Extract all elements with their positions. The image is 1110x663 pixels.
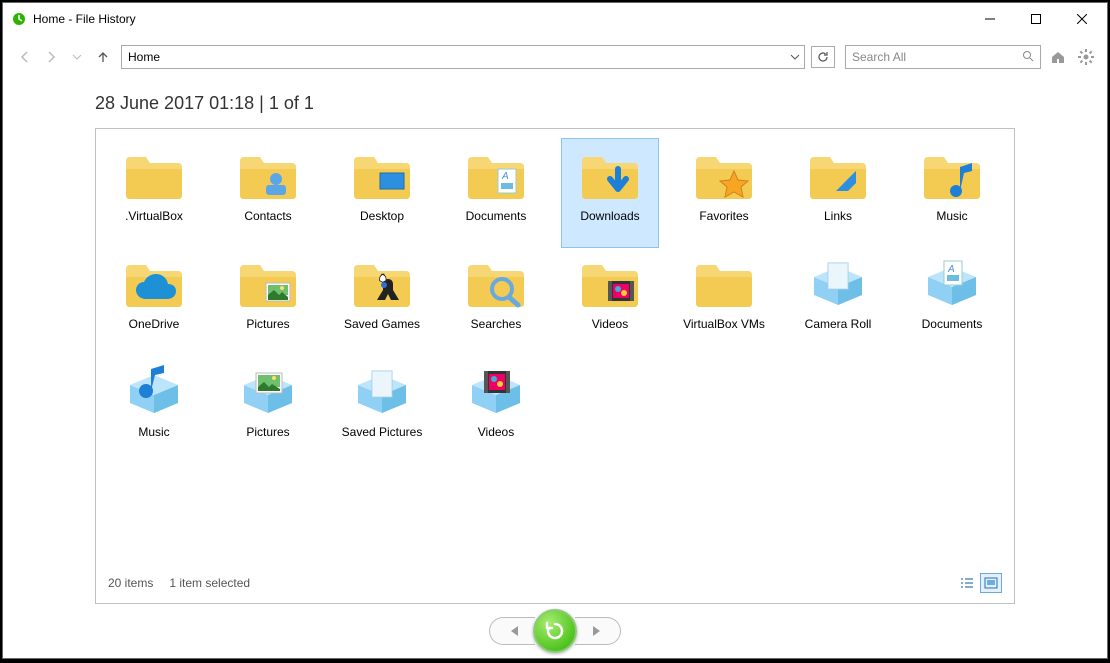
item-icon (350, 255, 414, 311)
home-icon[interactable] (1047, 46, 1069, 68)
item-label: .VirtualBox (125, 209, 183, 223)
file-item[interactable]: Searches (448, 247, 544, 355)
gear-icon[interactable] (1075, 46, 1097, 68)
file-item[interactable]: Music (904, 139, 1000, 247)
item-icon (806, 255, 870, 311)
file-item[interactable]: VirtualBox VMs (676, 247, 772, 355)
item-icon (236, 147, 300, 203)
item-label: Downloads (580, 209, 639, 223)
item-label: Searches (471, 317, 522, 331)
file-item[interactable]: Links (790, 139, 886, 247)
toolbar: Home Search All (3, 39, 1107, 75)
svg-text:A: A (501, 171, 509, 182)
search-input[interactable]: Search All (845, 45, 1041, 69)
item-label: Favorites (699, 209, 748, 223)
item-label: Desktop (360, 209, 404, 223)
file-item[interactable]: Camera Roll (790, 247, 886, 355)
close-button[interactable] (1059, 4, 1105, 34)
item-icon (578, 147, 642, 203)
file-pane: .VirtualBox Contacts Desktop A Documents Down… (95, 128, 1015, 604)
search-icon (1022, 50, 1034, 65)
previous-version-button[interactable] (489, 617, 535, 645)
item-label: Links (824, 209, 852, 223)
file-history-window: Home - File History Home Search All 28 J… (2, 2, 1108, 659)
details-view-button[interactable] (956, 573, 978, 593)
item-label: OneDrive (129, 317, 180, 331)
item-icon: A (920, 255, 984, 311)
up-button[interactable] (91, 45, 115, 69)
maximize-button[interactable] (1013, 4, 1059, 34)
item-icon (464, 255, 528, 311)
address-dropdown-icon[interactable] (786, 46, 804, 68)
file-item[interactable]: Music (106, 355, 202, 463)
item-label: Videos (478, 425, 514, 439)
item-icon (236, 255, 300, 311)
item-icon (122, 255, 186, 311)
file-item[interactable]: A Documents (448, 139, 544, 247)
status-bar: 20 items 1 item selected (106, 569, 1004, 597)
item-icon (692, 255, 756, 311)
file-item[interactable]: Favorites (676, 139, 772, 247)
file-item[interactable]: Pictures (220, 247, 316, 355)
forward-button[interactable] (39, 45, 63, 69)
item-label: Music (936, 209, 967, 223)
item-label: Saved Pictures (342, 425, 423, 439)
file-item[interactable]: Saved Games (334, 247, 430, 355)
item-icon (806, 147, 870, 203)
item-label: Documents (466, 209, 527, 223)
file-item[interactable]: Videos (448, 355, 544, 463)
item-label: Pictures (246, 317, 289, 331)
file-item[interactable]: Contacts (220, 139, 316, 247)
next-version-button[interactable] (575, 617, 621, 645)
file-item[interactable]: Saved Pictures (334, 355, 430, 463)
item-icon (236, 363, 300, 419)
recent-dropdown[interactable] (65, 45, 89, 69)
minimize-button[interactable] (967, 4, 1013, 34)
file-item[interactable]: OneDrive (106, 247, 202, 355)
item-label: VirtualBox VMs (683, 317, 765, 331)
item-icon (350, 363, 414, 419)
item-label: Camera Roll (805, 317, 872, 331)
item-label: Music (138, 425, 169, 439)
svg-text:A: A (947, 264, 955, 275)
file-item[interactable]: Downloads (562, 139, 658, 247)
item-icon (122, 363, 186, 419)
item-label: Saved Games (344, 317, 420, 331)
content-area: 28 June 2017 01:18 | 1 of 1 .VirtualBox C… (3, 75, 1107, 604)
item-icon: A (464, 147, 528, 203)
item-icon (692, 147, 756, 203)
file-item[interactable]: Videos (562, 247, 658, 355)
snapshot-label: 28 June 2017 01:18 | 1 of 1 (95, 93, 1015, 114)
file-item[interactable]: A Documents (904, 247, 1000, 355)
window-title: Home - File History (33, 12, 967, 26)
player-controls (3, 604, 1107, 658)
file-item[interactable]: .VirtualBox (106, 139, 202, 247)
file-item[interactable]: Desktop (334, 139, 430, 247)
search-placeholder: Search All (852, 50, 906, 64)
item-icon (464, 363, 528, 419)
address-bar[interactable]: Home (121, 45, 805, 69)
refresh-button[interactable] (811, 46, 835, 68)
titlebar: Home - File History (3, 3, 1107, 35)
item-icon (122, 147, 186, 203)
app-icon (11, 11, 27, 27)
item-icon (350, 147, 414, 203)
item-label: Documents (922, 317, 983, 331)
item-label: Pictures (246, 425, 289, 439)
address-text: Home (122, 50, 786, 64)
item-label: Contacts (244, 209, 291, 223)
item-count: 20 items (108, 576, 153, 590)
selection-count: 1 item selected (169, 576, 250, 590)
item-label: Videos (592, 317, 628, 331)
icons-view-button[interactable] (980, 573, 1002, 593)
file-item[interactable]: Pictures (220, 355, 316, 463)
items-grid: .VirtualBox Contacts Desktop A Documents Down… (106, 139, 1004, 463)
item-icon (920, 147, 984, 203)
back-button[interactable] (13, 45, 37, 69)
item-icon (578, 255, 642, 311)
restore-button[interactable] (533, 609, 577, 653)
